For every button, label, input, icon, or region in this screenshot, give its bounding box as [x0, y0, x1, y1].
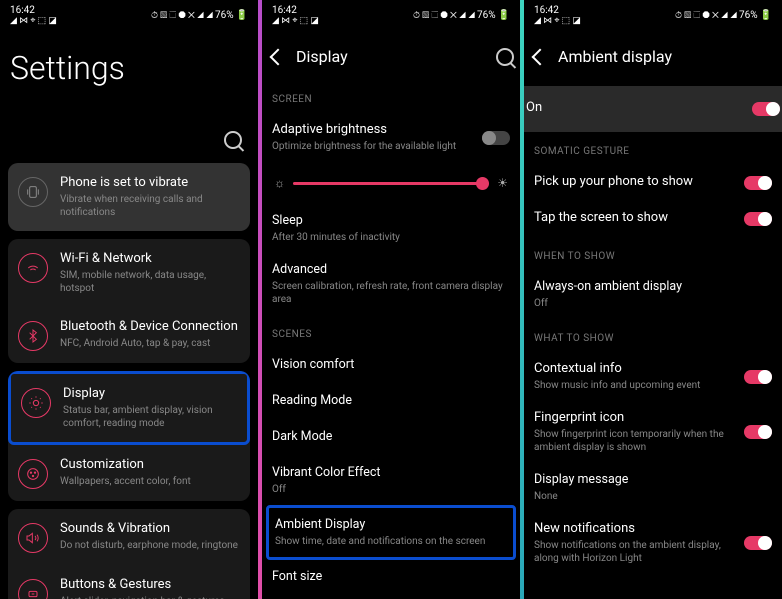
dark-mode-row[interactable]: Dark Mode — [270, 420, 512, 456]
vibrate-banner[interactable]: Phone is set to vibrateVibrate when rece… — [8, 163, 250, 231]
status-bar: 16:42 ◢ ⋈ ⌖ ⬚ ◪ ⏱ ▧ ⬚ ⯃ ✕ ◢ ◢ 76%🔋 — [0, 0, 258, 31]
adaptive-brightness-row[interactable]: Adaptive brightnessOptimize brightness f… — [270, 113, 512, 162]
display-row[interactable]: DisplayStatus bar, ambient display, visi… — [8, 371, 250, 445]
brightness-slider-row: ☼ ☀ — [270, 162, 512, 204]
vibrate-icon — [18, 177, 48, 207]
vibrant-color-row[interactable]: Vibrant Color EffectOff — [270, 456, 512, 505]
status-bar: 16:42 ◢ ⋈ ⌖ ⬚ ◪ ⏱ ▧ ⬚ ⯃ ✕ ◢ ◢ 76%🔋 — [262, 0, 520, 31]
reading-mode-row[interactable]: Reading Mode — [270, 384, 512, 420]
sounds-row[interactable]: Sounds & VibrationDo not disturb, earpho… — [8, 509, 250, 565]
pickup-row[interactable]: Pick up your phone to show — [532, 165, 774, 201]
back-icon[interactable] — [532, 48, 549, 65]
advanced-row[interactable]: AdvancedScreen calibration, refresh rate… — [270, 253, 512, 315]
ambient-display-row[interactable]: Ambient DisplayShow time, date and notif… — [266, 505, 516, 560]
font-size-row[interactable]: Font size — [270, 560, 512, 596]
status-bar: 16:42 ◢ ⋈ ⌖ ⬚ ◪ ⏱ ▧ ⬚ ⯃ ✕ ◢ ◢ 76%🔋 — [524, 0, 782, 31]
settings-screen: 16:42 ◢ ⋈ ⌖ ⬚ ◪ ⏱ ▧ ⬚ ⯃ ✕ ◢ ◢ 76%🔋 Setti… — [0, 0, 258, 599]
page-title: Settings — [8, 31, 250, 127]
tap-row[interactable]: Tap the screen to show — [532, 201, 774, 237]
sound-icon — [18, 523, 48, 553]
search-icon[interactable] — [224, 131, 242, 149]
customization-icon — [18, 459, 48, 489]
bluetooth-icon — [18, 321, 48, 351]
new-notifications-row[interactable]: New notificationsShow notifications on t… — [532, 512, 774, 574]
sun-low-icon: ☼ — [274, 176, 285, 190]
bluetooth-row[interactable]: Bluetooth & Device ConnectionNFC, Androi… — [8, 307, 250, 363]
gestures-icon — [18, 579, 48, 599]
sun-high-icon: ☀ — [497, 176, 508, 190]
back-icon[interactable] — [270, 48, 287, 65]
search-icon[interactable] — [496, 48, 514, 66]
always-on-row[interactable]: Always-on ambient displayOff — [532, 270, 774, 319]
notifications-toggle[interactable] — [744, 536, 772, 550]
display-message-row[interactable]: Display messageNone — [532, 463, 774, 512]
fingerprint-toggle[interactable] — [744, 425, 772, 439]
header: Ambient display — [524, 31, 782, 80]
contextual-toggle[interactable] — [744, 370, 772, 384]
contextual-row[interactable]: Contextual infoShow music info and upcom… — [532, 352, 774, 401]
customization-row[interactable]: CustomizationWallpapers, accent color, f… — [8, 445, 250, 501]
adaptive-toggle[interactable] — [482, 131, 510, 145]
pickup-toggle[interactable] — [744, 176, 772, 190]
buttons-row[interactable]: Buttons & GesturesAlert slider, navigati… — [8, 565, 250, 599]
display-screen: 16:42 ◢ ⋈ ⌖ ⬚ ◪ ⏱ ▧ ⬚ ⯃ ✕ ◢ ◢ 76%🔋 Displ… — [262, 0, 520, 599]
ambient-display-screen: 16:42 ◢ ⋈ ⌖ ⬚ ◪ ⏱ ▧ ⬚ ⯃ ✕ ◢ ◢ 76%🔋 Ambie… — [524, 0, 782, 599]
fingerprint-row[interactable]: Fingerprint iconShow fingerprint icon te… — [532, 401, 774, 463]
sleep-row[interactable]: SleepAfter 30 minutes of inactivity — [270, 204, 512, 253]
header: Display — [262, 31, 520, 80]
display-icon — [21, 388, 51, 418]
vision-comfort-row[interactable]: Vision comfort — [270, 348, 512, 384]
on-toggle-row[interactable]: On — [524, 86, 782, 132]
wifi-row[interactable]: Wi-Fi & NetworkSIM, mobile network, data… — [8, 239, 250, 307]
brightness-slider[interactable] — [293, 182, 489, 185]
wifi-icon — [18, 253, 48, 283]
on-toggle[interactable] — [752, 102, 780, 116]
tap-toggle[interactable] — [744, 212, 772, 226]
